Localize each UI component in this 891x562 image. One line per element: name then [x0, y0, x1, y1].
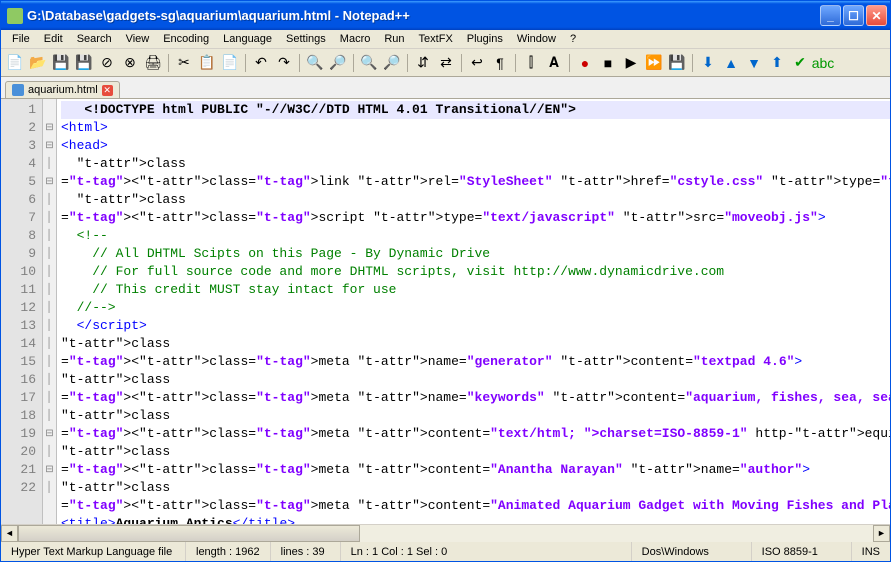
menu-view[interactable]: View: [119, 31, 157, 47]
separator: [461, 54, 462, 72]
separator: [353, 54, 354, 72]
print-icon[interactable]: 🖨: [143, 53, 163, 73]
tabbar: aquarium.html ✕: [1, 77, 890, 99]
menu-run[interactable]: Run: [377, 31, 411, 47]
separator: [245, 54, 246, 72]
toolbar: 📄 📂 💾 💾 ⊘ ⊗ 🖨 ✂ 📋 📄 ↶ ↷ 🔍 🔎 🔍 🔎 ⇵ ⇄ ↩ ¶ …: [1, 49, 890, 77]
status-insert: INS: [852, 542, 890, 561]
menu-plugins[interactable]: Plugins: [460, 31, 510, 47]
code-area[interactable]: <!DOCTYPE html PUBLIC "-//W3C//DTD HTML …: [57, 99, 890, 524]
status-lines: lines : 39: [271, 542, 341, 561]
tab-aquarium[interactable]: aquarium.html ✕: [5, 81, 120, 98]
menu-settings[interactable]: Settings: [279, 31, 333, 47]
menu-textfx[interactable]: TextFX: [412, 31, 460, 47]
fold-column[interactable]: ⊟⊟│⊟│││││││││││││⊟│⊟│: [43, 99, 57, 524]
separator: [692, 54, 693, 72]
bookmark-icon[interactable]: ⬇: [698, 53, 718, 73]
app-icon: [7, 8, 23, 24]
save-all-icon[interactable]: 💾: [74, 53, 94, 73]
cut-icon[interactable]: ✂: [174, 53, 194, 73]
separator: [407, 54, 408, 72]
spellcheck-icon[interactable]: ✔: [790, 53, 810, 73]
line-gutter: 12345678910111213141516171819202122: [1, 99, 43, 524]
bookmark-next-icon[interactable]: ▼: [744, 53, 764, 73]
bookmark-clear-icon[interactable]: ⬆: [767, 53, 787, 73]
app-window: G:\Database\gadgets-sg\aquarium\aquarium…: [0, 0, 891, 562]
menu-window[interactable]: Window: [510, 31, 563, 47]
status-position: Ln : 1 Col : 1 Sel : 0: [341, 542, 632, 561]
separator: [515, 54, 516, 72]
bookmark-prev-icon[interactable]: ▲: [721, 53, 741, 73]
scroll-track[interactable]: [18, 525, 873, 542]
spellcheck2-icon[interactable]: abc: [813, 53, 833, 73]
paste-icon[interactable]: 📄: [220, 53, 240, 73]
menu-edit[interactable]: Edit: [37, 31, 70, 47]
statusbar: Hyper Text Markup Language file length :…: [1, 541, 890, 561]
window-title: G:\Database\gadgets-sg\aquarium\aquarium…: [27, 8, 820, 23]
play-multi-icon[interactable]: ⏩: [644, 53, 664, 73]
show-ws-icon[interactable]: ¶: [490, 53, 510, 73]
scroll-left-icon[interactable]: ◄: [1, 525, 18, 542]
sync-v-icon[interactable]: ⇵: [413, 53, 433, 73]
replace-icon[interactable]: 🔎: [328, 53, 348, 73]
horizontal-scrollbar[interactable]: ◄ ►: [1, 524, 890, 541]
tab-label: aquarium.html: [28, 84, 98, 96]
menu-encoding[interactable]: Encoding: [156, 31, 216, 47]
editor[interactable]: 12345678910111213141516171819202122 ⊟⊟│⊟…: [1, 99, 890, 524]
separator: [569, 54, 570, 72]
status-length: length : 1962: [186, 542, 271, 561]
copy-icon[interactable]: 📋: [197, 53, 217, 73]
indent-guide-icon[interactable]: ⫿: [521, 53, 541, 73]
separator: [299, 54, 300, 72]
close-file-icon[interactable]: ⊘: [97, 53, 117, 73]
open-file-icon[interactable]: 📂: [28, 53, 48, 73]
redo-icon[interactable]: ↷: [274, 53, 294, 73]
undo-icon[interactable]: ↶: [251, 53, 271, 73]
user-lang-icon[interactable]: 𝐀: [544, 53, 564, 73]
menu-search[interactable]: Search: [70, 31, 119, 47]
separator: [168, 54, 169, 72]
sync-h-icon[interactable]: ⇄: [436, 53, 456, 73]
play-icon[interactable]: ▶: [621, 53, 641, 73]
close-all-icon[interactable]: ⊗: [120, 53, 140, 73]
status-eol: Dos\Windows: [632, 542, 752, 561]
save-macro-icon[interactable]: 💾: [667, 53, 687, 73]
zoom-in-icon[interactable]: 🔍: [359, 53, 379, 73]
zoom-out-icon[interactable]: 🔎: [382, 53, 402, 73]
record-icon[interactable]: ●: [575, 53, 595, 73]
new-file-icon[interactable]: 📄: [5, 53, 25, 73]
file-icon: [12, 84, 24, 96]
maximize-button[interactable]: ☐: [843, 5, 864, 26]
status-language: Hyper Text Markup Language file: [1, 542, 186, 561]
menu-help[interactable]: ?: [563, 31, 583, 47]
find-icon[interactable]: 🔍: [305, 53, 325, 73]
menubar: File Edit Search View Encoding Language …: [1, 30, 890, 49]
menu-macro[interactable]: Macro: [333, 31, 378, 47]
close-button[interactable]: ✕: [866, 5, 887, 26]
scroll-thumb[interactable]: [18, 525, 360, 542]
save-icon[interactable]: 💾: [51, 53, 71, 73]
wrap-icon[interactable]: ↩: [467, 53, 487, 73]
titlebar[interactable]: G:\Database\gadgets-sg\aquarium\aquarium…: [1, 1, 890, 30]
scroll-right-icon[interactable]: ►: [873, 525, 890, 542]
tab-close-icon[interactable]: ✕: [102, 85, 113, 96]
menu-language[interactable]: Language: [216, 31, 279, 47]
stop-icon[interactable]: ■: [598, 53, 618, 73]
status-encoding: ISO 8859-1: [752, 542, 852, 561]
menu-file[interactable]: File: [5, 31, 37, 47]
minimize-button[interactable]: _: [820, 5, 841, 26]
